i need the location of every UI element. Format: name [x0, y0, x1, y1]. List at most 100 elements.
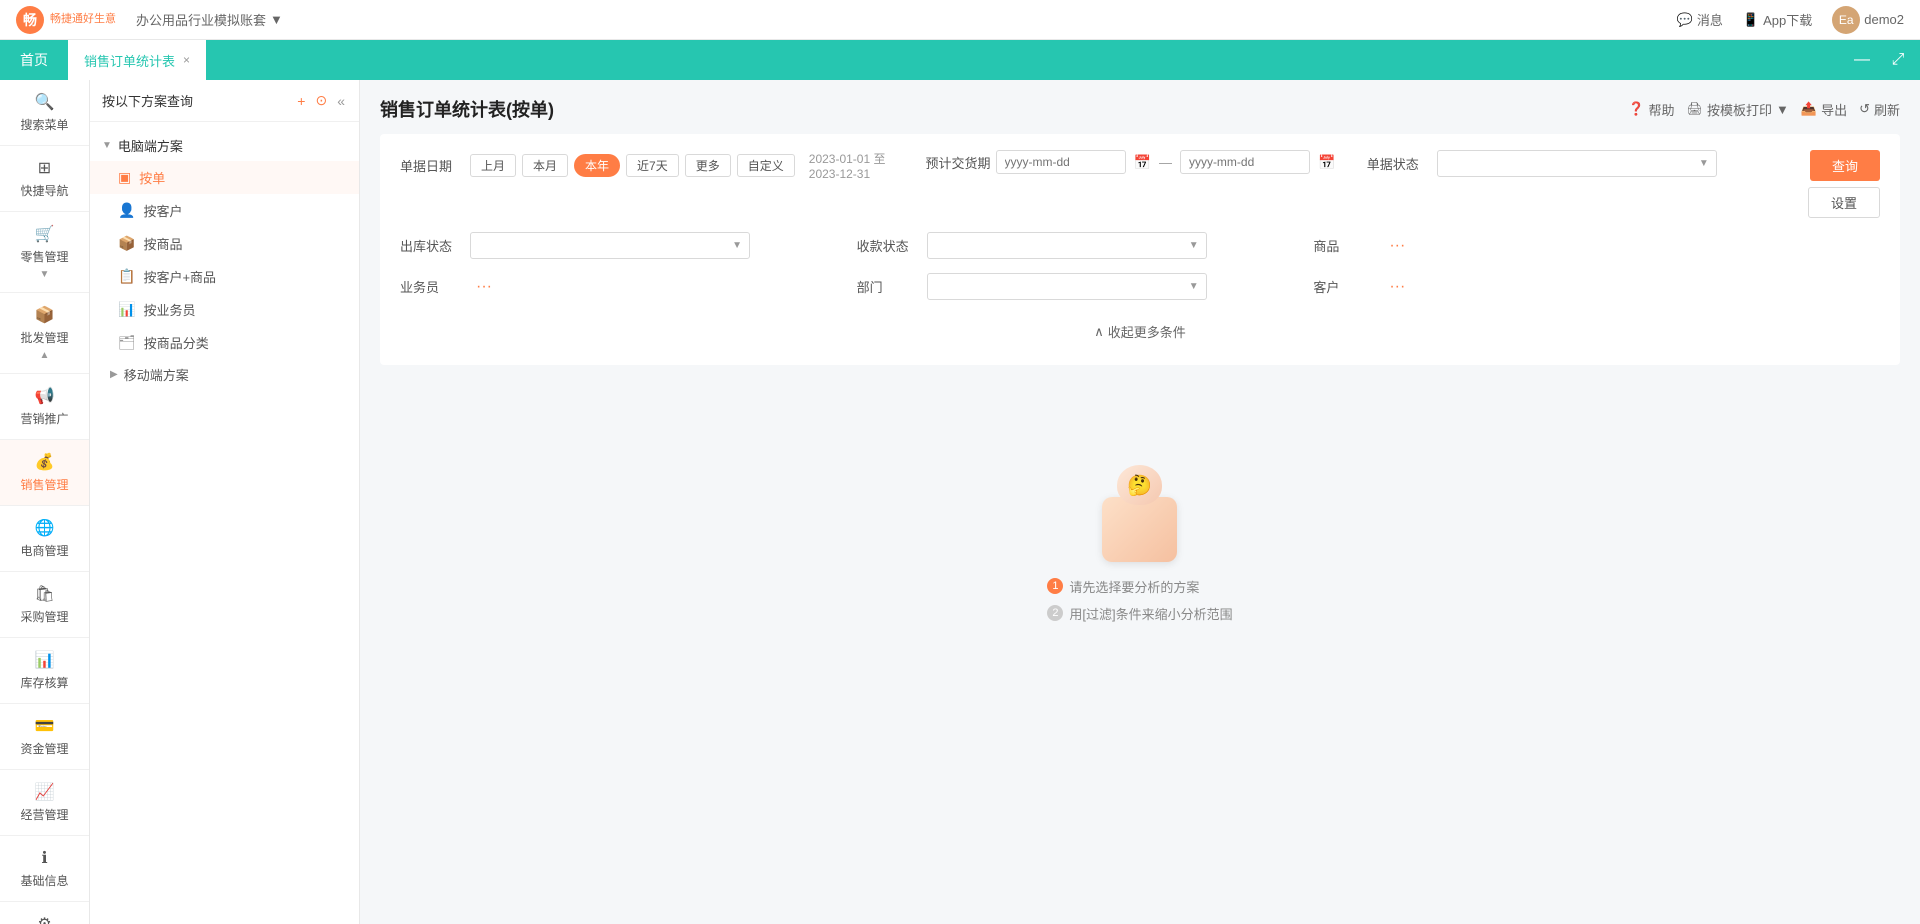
- app-download-icon: 📱: [1743, 12, 1759, 28]
- expected-date-end[interactable]: [1180, 150, 1310, 174]
- export-btn[interactable]: 📤 导出: [1801, 100, 1847, 119]
- reset-btn[interactable]: 设置: [1808, 187, 1880, 218]
- collapse-btn[interactable]: ∧ 收起更多条件: [1094, 322, 1186, 341]
- expected-date-start[interactable]: [996, 150, 1126, 174]
- wholesale-icon: 📦: [35, 305, 55, 325]
- sidebar-item-ecommerce[interactable]: 🌐 电商管理: [0, 506, 89, 572]
- minimize-btn[interactable]: —: [1848, 46, 1876, 74]
- scheme-item-by-salesperson[interactable]: 📊 按业务员: [90, 293, 359, 326]
- app-title-area[interactable]: 办公用品行业模拟账套 ▼: [136, 10, 283, 29]
- sidebar-item-label: 基础信息: [20, 872, 68, 889]
- customer-group: 客户 ···: [1313, 277, 1750, 296]
- date-btn-custom[interactable]: 自定义: [737, 154, 795, 177]
- app-download-btn[interactable]: 📱 App下载: [1743, 10, 1812, 29]
- refresh-btn[interactable]: ↺ 刷新: [1859, 100, 1900, 119]
- sidebar-item-label: 经营管理: [20, 806, 68, 823]
- left-panel-header: 按以下方案查询 + ⊙ «: [90, 80, 359, 122]
- sidebar-item-system[interactable]: ⚙ 系统管理: [0, 902, 89, 924]
- tab-home[interactable]: 首页: [0, 40, 68, 80]
- export-icon: 📤: [1801, 101, 1817, 117]
- settings-scheme-btn[interactable]: ⊙: [313, 90, 329, 111]
- sidebar-item-sales[interactable]: 💰 销售管理: [0, 440, 89, 506]
- sidebar-item-basic-info[interactable]: ℹ 基础信息: [0, 836, 89, 902]
- status-filter-group: 单据状态 ▼: [1367, 150, 1788, 177]
- empty-illustration: 🤔: [1080, 457, 1200, 557]
- out-status-select[interactable]: [470, 232, 750, 259]
- scheme-item-label: 按单: [139, 168, 165, 187]
- marketing-icon: 📢: [35, 386, 55, 406]
- help-label: 帮助: [1648, 100, 1674, 119]
- calendar-icon-start[interactable]: 📅: [1134, 154, 1151, 171]
- by-product-icon: 📦: [118, 235, 135, 252]
- query-btn[interactable]: 查询: [1810, 150, 1880, 181]
- scheme-item-by-customer[interactable]: 👤 按客户: [90, 194, 359, 227]
- search-menu-icon: 🔍: [35, 92, 55, 112]
- message-btn[interactable]: 💬 消息: [1677, 10, 1723, 29]
- customer-dots-btn[interactable]: ···: [1383, 278, 1411, 296]
- sidebar-item-finance[interactable]: 💳 资金管理: [0, 704, 89, 770]
- sidebar-item-search-menu[interactable]: 🔍 搜索菜单: [0, 80, 89, 146]
- date-btn-last-month[interactable]: 上月: [470, 154, 516, 177]
- date-btn-7days[interactable]: 近7天: [626, 154, 679, 177]
- dropdown-arrow-icon: ▼: [270, 12, 283, 27]
- empty-tip-1: 1 请先选择要分析的方案: [1047, 577, 1232, 596]
- scheme-item-by-order[interactable]: ▣ 按单: [90, 161, 359, 194]
- dept-select[interactable]: [927, 273, 1207, 300]
- scheme-item-by-product[interactable]: 📦 按商品: [90, 227, 359, 260]
- sidebar-item-purchase[interactable]: 🛍 采购管理: [0, 572, 89, 638]
- scheme-item-by-customer-product[interactable]: 📋 按客户+商品: [90, 260, 359, 293]
- empty-tip-2: 2 用[过滤]条件来缩小分析范围: [1047, 604, 1232, 623]
- status-select[interactable]: [1437, 150, 1717, 177]
- print-label: 按模板打印: [1707, 100, 1772, 119]
- print-icon: 🖨: [1686, 101, 1703, 117]
- logo-text: 畅捷通好生意: [50, 13, 116, 26]
- out-status-group: 出库状态 ▼: [400, 232, 837, 259]
- pay-status-select[interactable]: [927, 232, 1207, 259]
- scheme-item-label: 按商品分类: [144, 333, 209, 352]
- pc-scheme-group[interactable]: ▼ 电脑端方案: [90, 130, 359, 161]
- help-btn[interactable]: ❓ 帮助: [1628, 100, 1674, 119]
- mobile-scheme-arrow-icon: ▶: [110, 369, 118, 380]
- sidebar-item-retail[interactable]: 🛒 零售管理 ▼: [0, 212, 89, 293]
- retail-icon: 🛒: [35, 224, 55, 244]
- date-btn-this-year[interactable]: 本年: [574, 154, 620, 177]
- user-area[interactable]: Ea demo2: [1832, 6, 1904, 34]
- tab-active[interactable]: 销售订单统计表 ×: [68, 40, 206, 80]
- refresh-label: 刷新: [1874, 100, 1900, 119]
- date-btn-this-month[interactable]: 本月: [522, 154, 568, 177]
- query-area: 查询 设置: [1808, 150, 1880, 218]
- product-dots-btn[interactable]: ···: [1383, 237, 1411, 255]
- calendar-icon-end[interactable]: 📅: [1318, 154, 1335, 171]
- add-scheme-btn[interactable]: +: [295, 91, 307, 111]
- user-name: demo2: [1864, 12, 1904, 27]
- print-dropdown-icon: ▼: [1776, 102, 1789, 117]
- date-sep: —: [1159, 155, 1172, 170]
- content-area: 按以下方案查询 + ⊙ « ▼ 电脑端方案 ▣ 按单 👤 按客户: [90, 80, 1920, 924]
- sidebar-item-label: 营销推广: [20, 410, 68, 427]
- tab-close-btn[interactable]: ×: [183, 53, 190, 67]
- scheme-section: ▼ 电脑端方案 ▣ 按单 👤 按客户 📦 按商品 📋 按客户+商品: [90, 122, 359, 398]
- salesperson-dots-btn[interactable]: ···: [470, 278, 498, 296]
- sidebar-item-label: 批发管理: [20, 329, 68, 346]
- date-btn-more[interactable]: 更多: [685, 154, 731, 177]
- sidebar-item-marketing[interactable]: 📢 营销推广: [0, 374, 89, 440]
- print-btn[interactable]: 🖨 按模板打印 ▼: [1686, 100, 1788, 119]
- sidebar-item-inventory[interactable]: 📊 库存核算: [0, 638, 89, 704]
- mobile-scheme-group[interactable]: ▶ 移动端方案: [90, 359, 359, 390]
- scheme-item-by-category[interactable]: 🗂 按商品分类: [90, 326, 359, 359]
- tip-text-2: 用[过滤]条件来缩小分析范围: [1069, 604, 1232, 623]
- sidebar-item-operations[interactable]: 📈 经营管理: [0, 770, 89, 836]
- pc-scheme-label: 电脑端方案: [118, 136, 183, 155]
- sidebar: 🔍 搜索菜单 ⊞ 快捷导航 🛒 零售管理 ▼ 📦 批发管理 ▲ 📢 营销推广 💰…: [0, 80, 90, 924]
- sidebar-item-quick-nav[interactable]: ⊞ 快捷导航: [0, 146, 89, 212]
- sales-icon: 💰: [35, 452, 55, 472]
- top-bar-left: 畅 畅捷通好生意 办公用品行业模拟账套 ▼: [16, 6, 283, 34]
- quick-nav-icon: ⊞: [38, 158, 51, 178]
- by-order-icon: ▣: [118, 169, 131, 186]
- out-status-label: 出库状态: [400, 236, 470, 255]
- maximize-btn[interactable]: ⤢: [1884, 46, 1912, 74]
- collapse-panel-btn[interactable]: «: [335, 91, 347, 111]
- operations-icon: 📈: [35, 782, 55, 802]
- tab-bar: 首页 销售订单统计表 × — ⤢: [0, 40, 1920, 80]
- sidebar-item-wholesale[interactable]: 📦 批发管理 ▲: [0, 293, 89, 374]
